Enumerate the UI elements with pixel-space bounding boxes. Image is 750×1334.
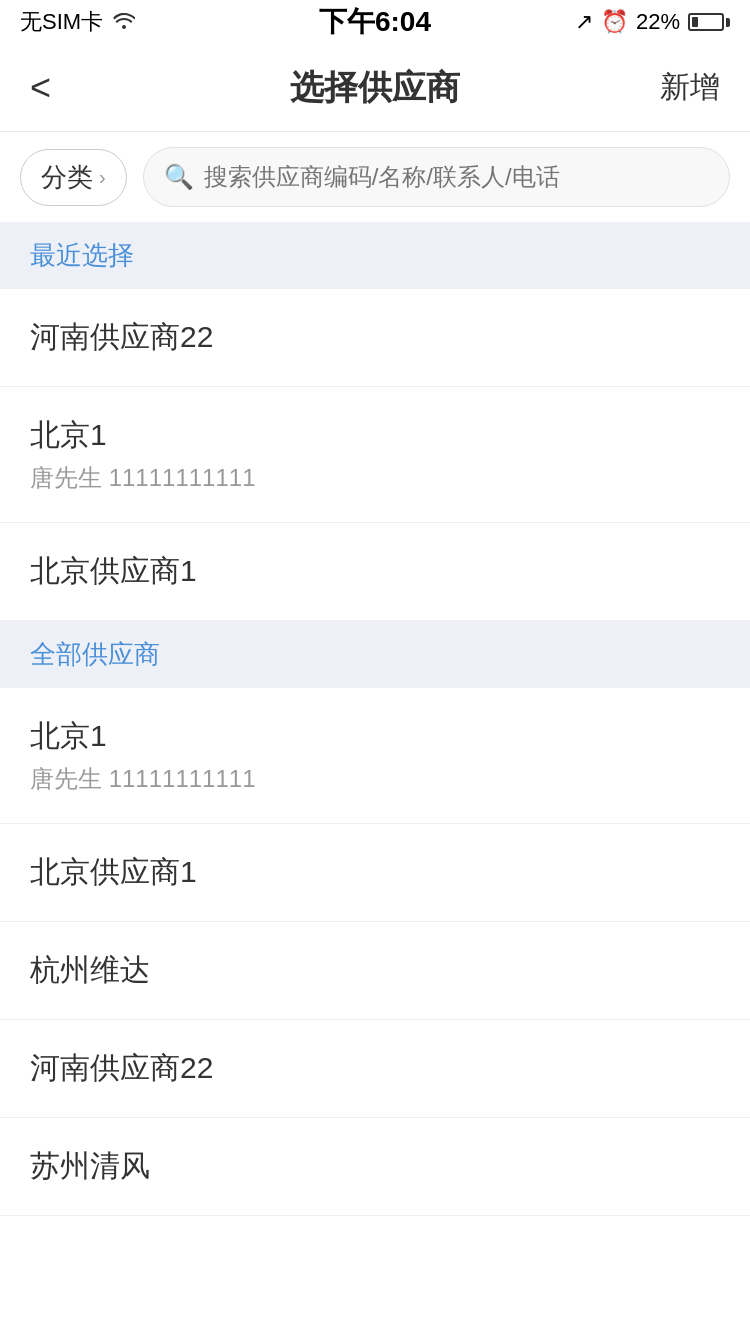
location-icon: ↗ <box>575 9 593 35</box>
supplier-name: 北京供应商1 <box>30 551 720 592</box>
search-input[interactable] <box>204 163 709 191</box>
status-right: ↗ ⏰ 22% <box>575 9 730 35</box>
filter-bar: 分类 › 🔍 <box>0 132 750 222</box>
list-item[interactable]: 杭州维达 <box>0 922 750 1020</box>
category-label: 分类 <box>41 160 93 195</box>
back-button[interactable]: < <box>30 67 110 109</box>
status-bar: 无SIM卡 下午6:04 ↗ ⏰ 22% <box>0 0 750 44</box>
supplier-name: 北京供应商1 <box>30 852 720 893</box>
battery-icon <box>688 13 730 31</box>
supplier-contact: 唐先生 11111111111 <box>30 462 720 494</box>
list-item[interactable]: 北京供应商1 <box>0 824 750 922</box>
list-item[interactable]: 苏州清风 <box>0 1118 750 1216</box>
search-box: 🔍 <box>143 147 730 207</box>
list-item[interactable]: 北京1 唐先生 11111111111 <box>0 688 750 824</box>
alarm-icon: ⏰ <box>601 9 628 35</box>
list-item[interactable]: 北京1 唐先生 11111111111 <box>0 387 750 523</box>
supplier-name: 河南供应商22 <box>30 317 720 358</box>
nav-bar: < 选择供应商 新增 <box>0 44 750 132</box>
add-button[interactable]: 新增 <box>640 67 720 108</box>
list-item[interactable]: 北京供应商1 <box>0 523 750 621</box>
recent-section-header: 最近选择 <box>0 222 750 289</box>
category-button[interactable]: 分类 › <box>20 149 127 206</box>
all-section-title: 全部供应商 <box>30 639 160 669</box>
status-left: 无SIM卡 <box>20 7 135 37</box>
page-title: 选择供应商 <box>110 65 640 111</box>
supplier-name: 河南供应商22 <box>30 1048 720 1089</box>
supplier-name: 苏州清风 <box>30 1146 720 1187</box>
list-item[interactable]: 河南供应商22 <box>0 1020 750 1118</box>
battery-percent: 22% <box>636 9 680 35</box>
recent-section-title: 最近选择 <box>30 240 134 270</box>
supplier-name: 北京1 <box>30 716 720 757</box>
recent-list: 河南供应商22 北京1 唐先生 11111111111 北京供应商1 <box>0 289 750 621</box>
all-list: 北京1 唐先生 11111111111 北京供应商1 杭州维达河南供应商22 苏州清风 <box>0 688 750 1216</box>
wifi-icon <box>113 9 135 35</box>
all-section-header: 全部供应商 <box>0 621 750 688</box>
supplier-name: 杭州维达 <box>30 950 720 991</box>
status-time: 下午6:04 <box>319 3 431 41</box>
carrier-text: 无SIM卡 <box>20 7 103 37</box>
list-item[interactable]: 河南供应商22 <box>0 289 750 387</box>
supplier-name: 北京1 <box>30 415 720 456</box>
search-icon: 🔍 <box>164 163 194 191</box>
supplier-contact: 唐先生 11111111111 <box>30 763 720 795</box>
chevron-right-icon: › <box>99 166 106 189</box>
